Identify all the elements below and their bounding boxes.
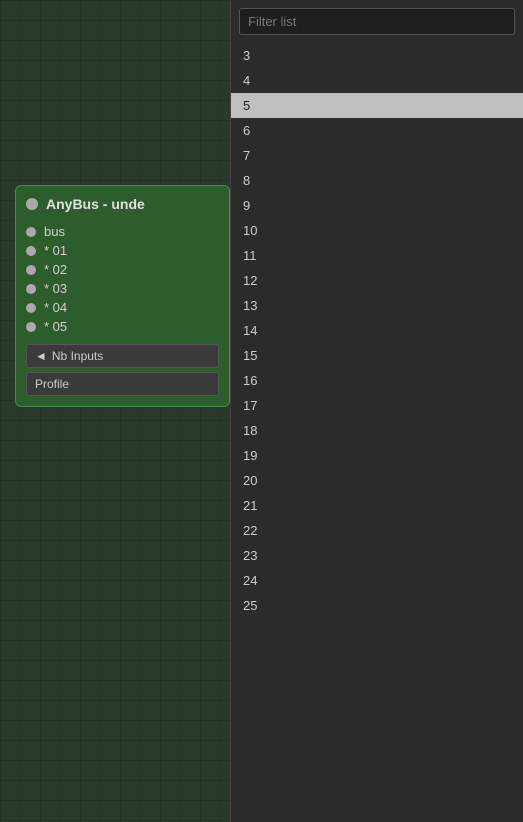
list-item[interactable]: 23 [231,543,523,568]
list-item[interactable]: 24 [231,568,523,593]
list-item[interactable]: 19 [231,443,523,468]
node-item: * 04 [26,298,219,317]
dropdown-panel: 345678910111213141516171819202122232425 [230,0,523,822]
nb-inputs-label: Nb Inputs [52,349,103,363]
filter-input[interactable] [239,8,515,35]
node-card: AnyBus - unde bus * 01 * 02 * 03 * 04 * 05 ◄ … [15,185,230,407]
node-item-dot [26,227,36,237]
node-title-text: AnyBus - unde [46,196,145,212]
list-item[interactable]: 4 [231,68,523,93]
node-item-dot [26,265,36,275]
profile-button[interactable]: Profile [26,372,219,396]
node-item: bus [26,222,219,241]
list-item[interactable]: 18 [231,418,523,443]
list-item[interactable]: 12 [231,268,523,293]
list-item[interactable]: 8 [231,168,523,193]
list-item[interactable]: 25 [231,593,523,618]
list-item[interactable]: 14 [231,318,523,343]
node-items: bus * 01 * 02 * 03 * 04 * 05 [26,222,219,336]
list-item[interactable]: 16 [231,368,523,393]
list-item[interactable]: 20 [231,468,523,493]
node-item-label: * 02 [44,262,67,277]
list-item[interactable]: 7 [231,143,523,168]
list-item[interactable]: 13 [231,293,523,318]
nb-inputs-button[interactable]: ◄ Nb Inputs [26,344,219,368]
node-item: * 03 [26,279,219,298]
nb-inputs-icon: ◄ [35,349,47,363]
list-item[interactable]: 6 [231,118,523,143]
node-status-dot [26,198,38,210]
node-item-dot [26,246,36,256]
dropdown-list[interactable]: 345678910111213141516171819202122232425 [231,43,523,822]
list-item[interactable]: 3 [231,43,523,68]
list-item[interactable]: 11 [231,243,523,268]
node-item-label: * 04 [44,300,67,315]
node-buttons: ◄ Nb Inputs Profile [26,344,219,396]
list-item[interactable]: 5 [231,93,523,118]
list-item[interactable]: 22 [231,518,523,543]
node-item: * 05 [26,317,219,336]
node-item: * 02 [26,260,219,279]
node-title: AnyBus - unde [26,196,219,212]
node-item-dot [26,284,36,294]
list-item[interactable]: 17 [231,393,523,418]
node-item-label: bus [44,224,65,239]
list-item[interactable]: 21 [231,493,523,518]
node-item: * 01 [26,241,219,260]
list-item[interactable]: 10 [231,218,523,243]
node-item-label: * 03 [44,281,67,296]
list-item[interactable]: 9 [231,193,523,218]
node-item-dot [26,303,36,313]
node-item-dot [26,322,36,332]
node-item-label: * 05 [44,319,67,334]
node-item-label: * 01 [44,243,67,258]
list-item[interactable]: 15 [231,343,523,368]
profile-label: Profile [35,377,69,391]
